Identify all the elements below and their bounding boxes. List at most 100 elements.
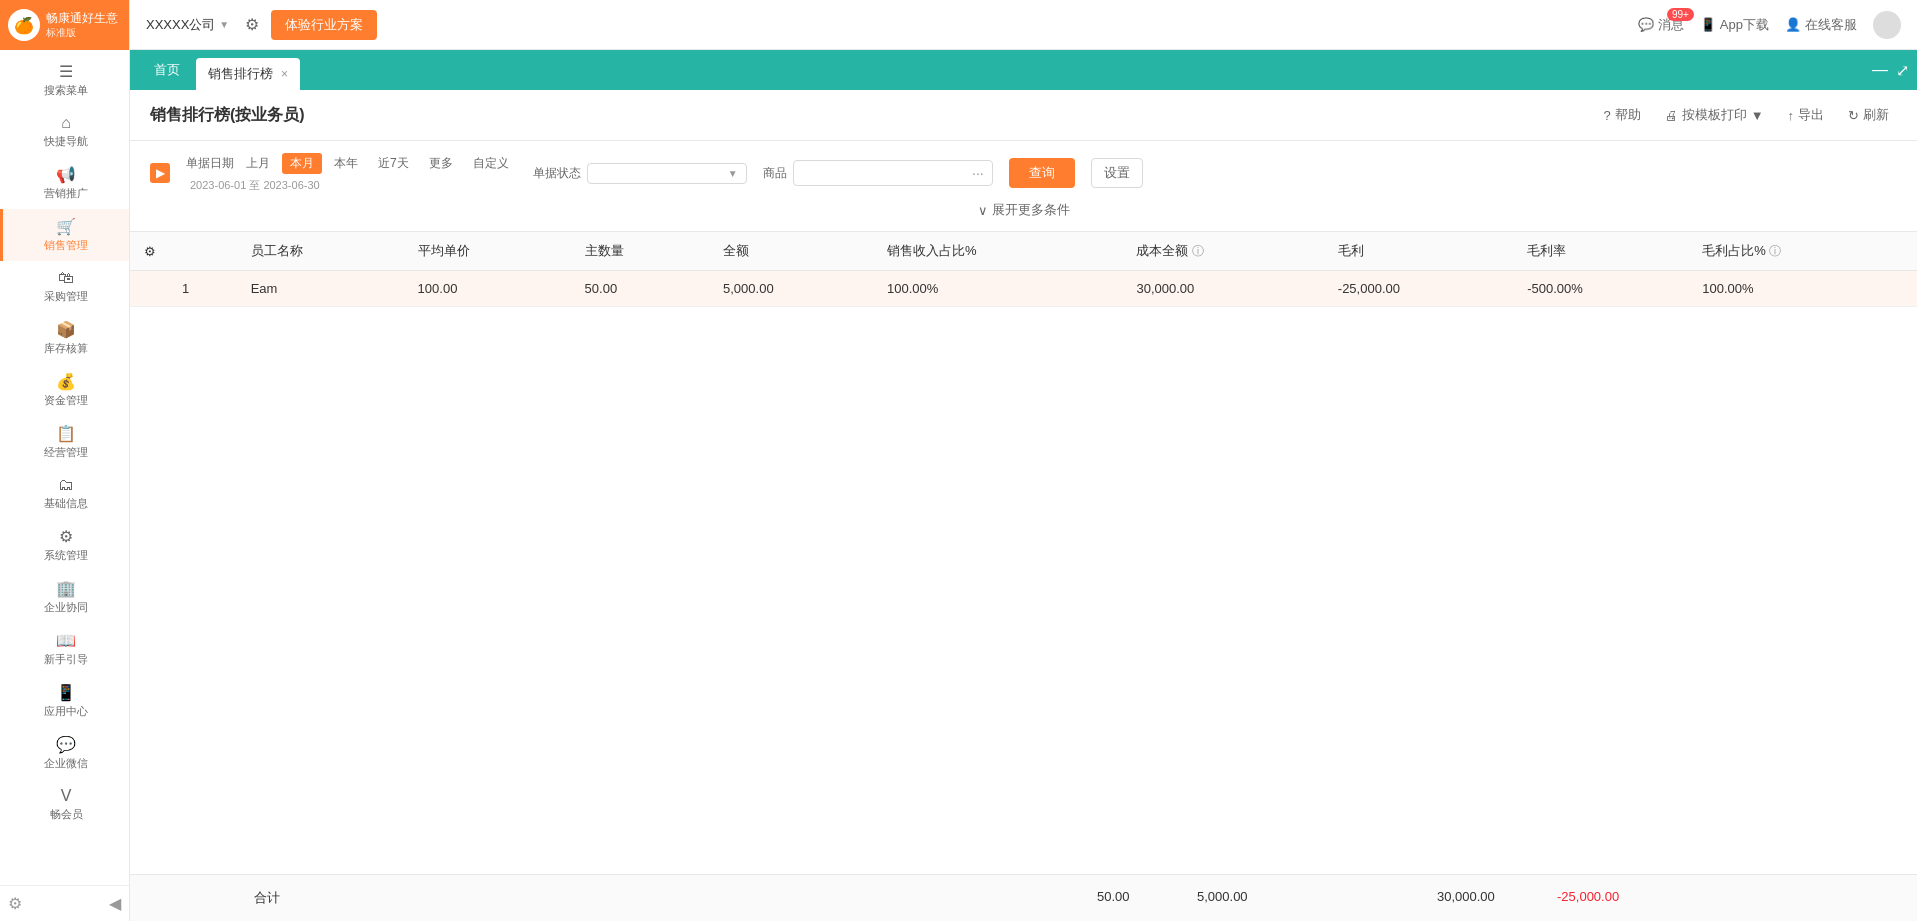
sidebar-item-label: 基础信息 xyxy=(44,496,88,511)
sidebar-item-inventory[interactable]: 📦 库存核算 xyxy=(0,312,129,364)
col-amount: 全额 xyxy=(711,232,875,271)
user-avatar[interactable] xyxy=(1873,11,1901,39)
company-name: XXXXX公司 xyxy=(146,16,215,34)
sidebar-item-marketing[interactable]: 📢 营销推广 xyxy=(0,157,129,209)
sidebar: 🍊 畅康通好生意 标准版 ☰ 搜索菜单 ⌂ 快捷导航 📢 营销推广 🛒 销售管理… xyxy=(0,0,130,921)
trial-button[interactable]: 体验行业方案 xyxy=(271,10,377,40)
cell-name: Eam xyxy=(239,271,406,307)
col-qty: 主数量 xyxy=(573,232,711,271)
col-gross-pct: 毛利占比% ⓘ xyxy=(1690,232,1917,271)
sidebar-menu: ☰ 搜索菜单 ⌂ 快捷导航 📢 营销推广 🛒 销售管理 🛍 采购管理 📦 库存核… xyxy=(0,50,129,885)
sidebar-item-label: 新手引导 xyxy=(44,652,88,667)
sidebar-item-sales[interactable]: 🛒 销售管理 xyxy=(0,209,129,261)
query-button[interactable]: 查询 xyxy=(1009,158,1075,188)
inventory-icon: 📦 xyxy=(56,320,76,339)
tab-maximize-icon[interactable]: ⤢ xyxy=(1896,61,1909,80)
footer-amount: 5,000.00 xyxy=(1185,885,1305,911)
system-icon: ⚙ xyxy=(59,527,73,546)
enterprise-icon: 🏢 xyxy=(56,579,76,598)
cell-qty: 50.00 xyxy=(573,271,711,307)
sidebar-item-search[interactable]: ☰ 搜索菜单 xyxy=(0,54,129,106)
top-header: XXXXX公司 ▼ ⚙ 体验行业方案 💬 消息 99+ 📱 App下载 👤 在线… xyxy=(130,0,1917,50)
date-tab-more[interactable]: 更多 xyxy=(421,153,461,174)
refresh-button[interactable]: ↻ 刷新 xyxy=(1840,102,1897,128)
logo-subtitle: 标准版 xyxy=(46,26,118,39)
app-download-action[interactable]: 📱 App下载 xyxy=(1700,16,1769,34)
company-chevron-icon: ▼ xyxy=(219,19,229,30)
date-tab-7days[interactable]: 近7天 xyxy=(370,153,417,174)
footer-row: 合计 50.00 5,000.00 30,000.00 -25,000.00 xyxy=(142,885,1905,911)
table-row: 1 Eam 100.00 50.00 5,000.00 100.00% 30,0… xyxy=(130,271,1917,307)
sidebar-bottom: ⚙ ◀ xyxy=(0,885,129,921)
main-area: XXXXX公司 ▼ ⚙ 体验行业方案 💬 消息 99+ 📱 App下载 👤 在线… xyxy=(130,0,1917,921)
help-button[interactable]: ? 帮助 xyxy=(1595,102,1648,128)
help-icon: ? xyxy=(1603,108,1610,123)
page-actions: ? 帮助 🖨 按模板打印 ▼ ↑ 导出 ↻ 刷新 xyxy=(1595,102,1897,128)
sidebar-item-wechat[interactable]: 💬 企业微信 xyxy=(0,727,129,779)
home-icon: ⌂ xyxy=(61,114,71,132)
sidebar-item-label: 企业微信 xyxy=(44,756,88,771)
date-tab-custom[interactable]: 自定义 xyxy=(465,153,517,174)
goods-input[interactable]: ··· xyxy=(793,160,993,186)
sidebar-item-finance[interactable]: 💰 资金管理 xyxy=(0,364,129,416)
company-selector[interactable]: XXXXX公司 ▼ xyxy=(146,16,229,34)
table-settings-icon[interactable]: ⚙ xyxy=(144,244,156,259)
sidebar-item-label: 采购管理 xyxy=(44,289,88,304)
sidebar-item-label: 资金管理 xyxy=(44,393,88,408)
sidebar-item-label: 经营管理 xyxy=(44,445,88,460)
sidebar-item-enterprise[interactable]: 🏢 企业协同 xyxy=(0,571,129,623)
print-template-button[interactable]: 🖨 按模板打印 ▼ xyxy=(1657,102,1772,128)
export-button[interactable]: ↑ 导出 xyxy=(1780,102,1833,128)
sidebar-item-operations[interactable]: 📋 经营管理 xyxy=(0,416,129,468)
filter-arrow-icon[interactable]: ▶ xyxy=(150,163,170,183)
sidebar-item-purchase[interactable]: 🛍 采购管理 xyxy=(0,261,129,312)
tab-close-icon[interactable]: × xyxy=(281,67,288,81)
purchase-icon: 🛍 xyxy=(58,269,74,287)
cost-info-icon[interactable]: ⓘ xyxy=(1192,244,1204,258)
tab-sales-ranking[interactable]: 销售排行榜 × xyxy=(196,58,300,90)
sidebar-settings-icon[interactable]: ⚙ xyxy=(8,894,22,913)
col-sales-pct: 销售收入占比% xyxy=(875,232,1125,271)
online-support-action[interactable]: 👤 在线客服 xyxy=(1785,16,1857,34)
tab-home[interactable]: 首页 xyxy=(138,50,196,90)
cell-sales-pct: 100.00% xyxy=(875,271,1125,307)
sidebar-collapse-icon[interactable]: ◀ xyxy=(109,894,121,913)
col-avg-price: 平均单价 xyxy=(406,232,573,271)
search-menu-icon: ☰ xyxy=(59,62,73,81)
cell-gross-pct: 100.00% xyxy=(1690,271,1917,307)
sidebar-item-apps[interactable]: 📱 应用中心 xyxy=(0,675,129,727)
col-cost: 成本全额 ⓘ xyxy=(1124,232,1325,271)
header-settings-icon[interactable]: ⚙ xyxy=(245,15,259,34)
sidebar-item-quicknav[interactable]: ⌂ 快捷导航 xyxy=(0,106,129,157)
status-chevron-icon: ▼ xyxy=(728,168,738,179)
data-table: ⚙ 员工名称 平均单价 主数量 全额 销售收入占比% 成本全额 ⓘ 毛利 xyxy=(130,232,1917,307)
expand-filter-button[interactable]: ∨ 展开更多条件 xyxy=(150,201,1897,219)
sidebar-item-member[interactable]: V 畅会员 xyxy=(0,779,129,830)
finance-icon: 💰 xyxy=(56,372,76,391)
filter-settings-button[interactable]: 设置 xyxy=(1091,158,1143,188)
sales-icon: 🛒 xyxy=(56,217,76,236)
col-gross-rate: 毛利率 xyxy=(1515,232,1690,271)
col-settings: ⚙ xyxy=(130,232,170,271)
date-tab-this-year[interactable]: 本年 xyxy=(326,153,366,174)
message-action[interactable]: 💬 消息 99+ xyxy=(1638,16,1684,34)
sidebar-item-system[interactable]: ⚙ 系统管理 xyxy=(0,519,129,571)
sidebar-item-basics[interactable]: 🗂 基础信息 xyxy=(0,468,129,519)
col-rank xyxy=(170,232,239,271)
footer-qty: 50.00 xyxy=(1085,885,1185,911)
date-tab-last-month[interactable]: 上月 xyxy=(238,153,278,174)
app-icon: 📱 xyxy=(1700,17,1716,32)
col-gross: 毛利 xyxy=(1326,232,1515,271)
status-select[interactable]: ▼ xyxy=(587,163,747,184)
goods-dots-icon[interactable]: ··· xyxy=(972,165,984,181)
header-right: 💬 消息 99+ 📱 App下载 👤 在线客服 xyxy=(1638,11,1901,39)
expand-chevron-icon: ∨ xyxy=(978,203,988,218)
sidebar-item-label: 销售管理 xyxy=(44,238,88,253)
date-tab-this-month[interactable]: 本月 xyxy=(282,153,322,174)
sidebar-logo: 🍊 畅康通好生意 标准版 xyxy=(0,0,129,50)
apps-icon: 📱 xyxy=(56,683,76,702)
sidebar-item-label: 快捷导航 xyxy=(44,134,88,149)
sidebar-item-guide[interactable]: 📖 新手引导 xyxy=(0,623,129,675)
gross-pct-info-icon[interactable]: ⓘ xyxy=(1769,244,1781,258)
tab-minimize-icon[interactable]: — xyxy=(1872,61,1888,80)
